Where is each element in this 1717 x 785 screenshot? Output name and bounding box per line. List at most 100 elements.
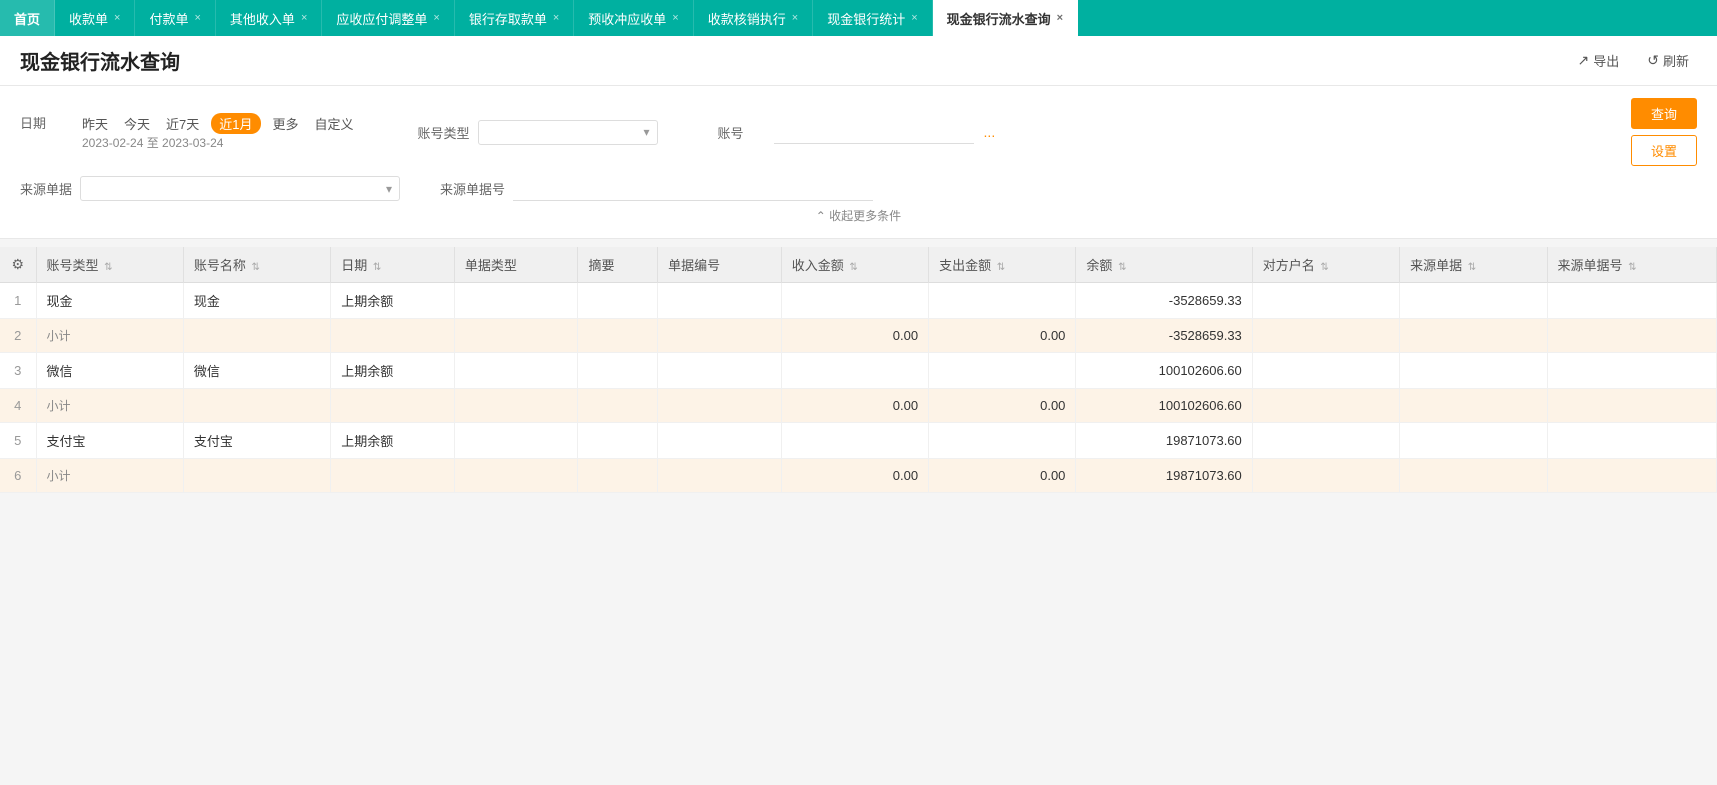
row-index: 6 [0, 459, 36, 493]
row-account-name: 现金 [183, 283, 330, 319]
source-doc-select[interactable] [80, 176, 400, 201]
row-counterpart [1252, 389, 1399, 423]
close-tab-ap-adjustment[interactable]: × [433, 12, 439, 24]
page-title: 现金银行流水查询 [20, 46, 180, 75]
nav-tab-ap-adjustment[interactable]: 应收应付调整单 × [322, 0, 454, 36]
row-account-type: 现金 [36, 283, 183, 319]
close-tab-collection-verify[interactable]: × [792, 12, 798, 24]
row-source-doc-no [1547, 353, 1717, 389]
nav-tab-advance-offset[interactable]: 预收冲应收单 × [574, 0, 693, 36]
row-account-name [183, 389, 330, 423]
col-expense[interactable]: 支出金额 ⇅ [929, 247, 1076, 283]
row-account-type: 支付宝 [36, 423, 183, 459]
row-expense [929, 353, 1076, 389]
sort-balance-icon: ⇅ [1118, 262, 1126, 273]
export-button[interactable]: ↗ 导出 [1570, 47, 1628, 74]
account-type-select[interactable]: 现金 微信 支付宝 [478, 120, 658, 145]
row-source-doc [1400, 319, 1547, 353]
row-summary [578, 389, 658, 423]
gear-icon[interactable]: ⚙ [11, 256, 24, 272]
col-source-doc-no[interactable]: 来源单据号 ⇅ [1547, 247, 1717, 283]
shortcut-yesterday[interactable]: 昨天 [78, 113, 112, 134]
col-doc-type: 单据类型 [454, 247, 578, 283]
account-type-select-wrapper: 现金 微信 支付宝 [478, 120, 658, 145]
close-tab-bank-deposit[interactable]: × [553, 12, 559, 24]
query-button[interactable]: 查询 [1631, 98, 1697, 129]
shortcut-7days[interactable]: 近7天 [162, 113, 203, 134]
row-summary [578, 423, 658, 459]
table-row[interactable]: 4小计0.000.00100102606.60 [0, 389, 1717, 423]
row-balance: 19871073.60 [1076, 459, 1252, 493]
row-account-type: 小计 [36, 389, 183, 423]
nav-tab-receipt[interactable]: 收款单 × [55, 0, 135, 36]
row-doc-number [658, 283, 782, 319]
col-account-type[interactable]: 账号类型 ⇅ [36, 247, 183, 283]
col-counterpart[interactable]: 对方户名 ⇅ [1252, 247, 1399, 283]
close-tab-other-income[interactable]: × [301, 12, 307, 24]
row-index: 1 [0, 283, 36, 319]
nav-tab-bank-deposit[interactable]: 银行存取款单 × [455, 0, 574, 36]
row-summary [578, 319, 658, 353]
col-source-doc[interactable]: 来源单据 ⇅ [1400, 247, 1547, 283]
close-tab-advance-offset[interactable]: × [672, 12, 678, 24]
nav-tab-other-income[interactable]: 其他收入单 × [216, 0, 322, 36]
settings-button[interactable]: 设置 [1631, 135, 1697, 166]
col-income[interactable]: 收入金额 ⇅ [781, 247, 928, 283]
row-expense: 0.00 [929, 459, 1076, 493]
row-source-doc-no [1547, 389, 1717, 423]
row-doc-type [454, 283, 578, 319]
collapse-bar[interactable]: ⌃ 收起更多条件 [20, 201, 1697, 226]
export-icon: ↗ [1578, 52, 1590, 69]
nav-home[interactable]: 首页 [0, 0, 55, 36]
row-income: 0.00 [781, 319, 928, 353]
shortcut-today[interactable]: 今天 [120, 113, 154, 134]
shortcut-custom[interactable]: 自定义 [311, 113, 358, 134]
table-row[interactable]: 3微信微信上期余额100102606.60 [0, 353, 1717, 389]
shortcut-1month[interactable]: 近1月 [211, 113, 260, 134]
row-date [331, 319, 455, 353]
row-source-doc [1400, 283, 1547, 319]
table-row[interactable]: 6小计0.000.0019871073.60 [0, 459, 1717, 493]
nav-tab-cash-bank-flow[interactable]: 现金银行流水查询 × [933, 0, 1078, 36]
row-date: 上期余额 [331, 283, 455, 319]
nav-tab-payment[interactable]: 付款单 × [135, 0, 215, 36]
col-balance[interactable]: 余额 ⇅ [1076, 247, 1252, 283]
table-row[interactable]: 2小计0.000.00-3528659.33 [0, 319, 1717, 353]
col-date[interactable]: 日期 ⇅ [331, 247, 455, 283]
sort-account-type-icon: ⇅ [104, 262, 112, 273]
row-source-doc [1400, 423, 1547, 459]
sort-account-name-icon: ⇅ [252, 262, 260, 273]
refresh-button[interactable]: ↺ 刷新 [1639, 47, 1697, 74]
close-tab-cash-bank-stats[interactable]: × [911, 12, 917, 24]
refresh-icon: ↺ [1647, 52, 1659, 69]
row-index: 3 [0, 353, 36, 389]
row-counterpart [1252, 423, 1399, 459]
row-balance: -3528659.33 [1076, 319, 1252, 353]
close-tab-payment[interactable]: × [194, 12, 200, 24]
close-tab-cash-bank-flow[interactable]: × [1057, 12, 1063, 24]
row-doc-number [658, 389, 782, 423]
shortcut-more[interactable]: 更多 [269, 113, 303, 134]
sort-expense-icon: ⇅ [997, 262, 1005, 273]
row-source-doc-no [1547, 459, 1717, 493]
account-input[interactable] [774, 120, 974, 144]
row-income [781, 283, 928, 319]
row-source-doc [1400, 353, 1547, 389]
account-dots[interactable]: ... [984, 124, 996, 140]
close-tab-receipt[interactable]: × [114, 12, 120, 24]
col-account-name[interactable]: 账号名称 ⇅ [183, 247, 330, 283]
source-doc-label: 来源单据 [20, 179, 72, 198]
row-counterpart [1252, 319, 1399, 353]
table-row[interactable]: 1现金现金上期余额-3528659.33 [0, 283, 1717, 319]
action-buttons: 查询 设置 [1631, 98, 1697, 166]
row-date [331, 459, 455, 493]
source-doc-number-input[interactable] [513, 177, 873, 201]
row-date [331, 389, 455, 423]
row-source-doc-no [1547, 319, 1717, 353]
table-row[interactable]: 5支付宝支付宝上期余额19871073.60 [0, 423, 1717, 459]
row-expense: 0.00 [929, 319, 1076, 353]
date-range-display: 2023-02-24 至 2023-03-24 [82, 134, 358, 151]
nav-tab-cash-bank-stats[interactable]: 现金银行统计 × [813, 0, 932, 36]
col-gear[interactable]: ⚙ [0, 247, 36, 283]
nav-tab-collection-verify[interactable]: 收款核销执行 × [694, 0, 813, 36]
